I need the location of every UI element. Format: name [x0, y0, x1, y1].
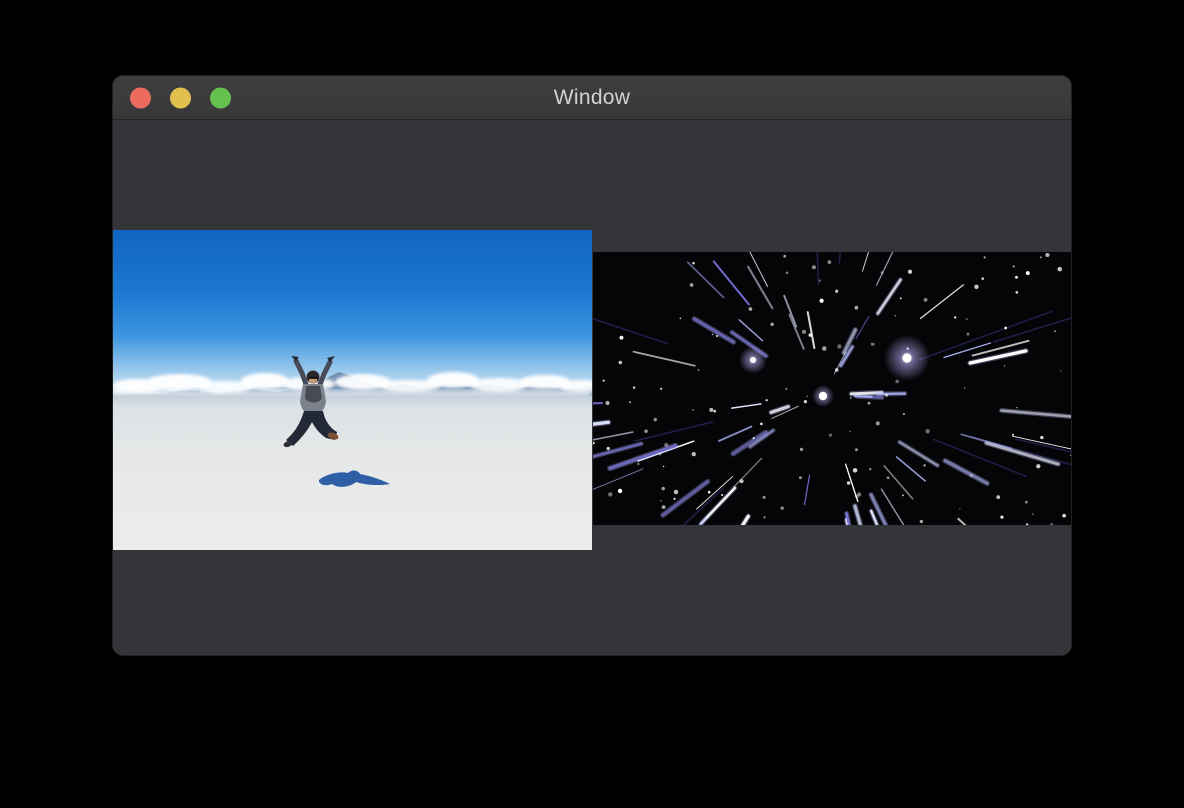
- window-titlebar[interactable]: Window: [113, 76, 1071, 120]
- window-content: [113, 120, 1071, 655]
- zoom-button[interactable]: [210, 87, 231, 108]
- window-title: Window: [554, 86, 631, 110]
- salt-flat-illustration: [113, 230, 592, 550]
- minimize-button[interactable]: [170, 87, 191, 108]
- hyperspace-illustration: [593, 252, 1071, 525]
- photo-hyperspace: [593, 252, 1071, 525]
- photo-salt-flat: [113, 230, 592, 550]
- traffic-lights: [130, 87, 231, 108]
- close-button[interactable]: [130, 87, 151, 108]
- app-window: Window: [113, 76, 1071, 655]
